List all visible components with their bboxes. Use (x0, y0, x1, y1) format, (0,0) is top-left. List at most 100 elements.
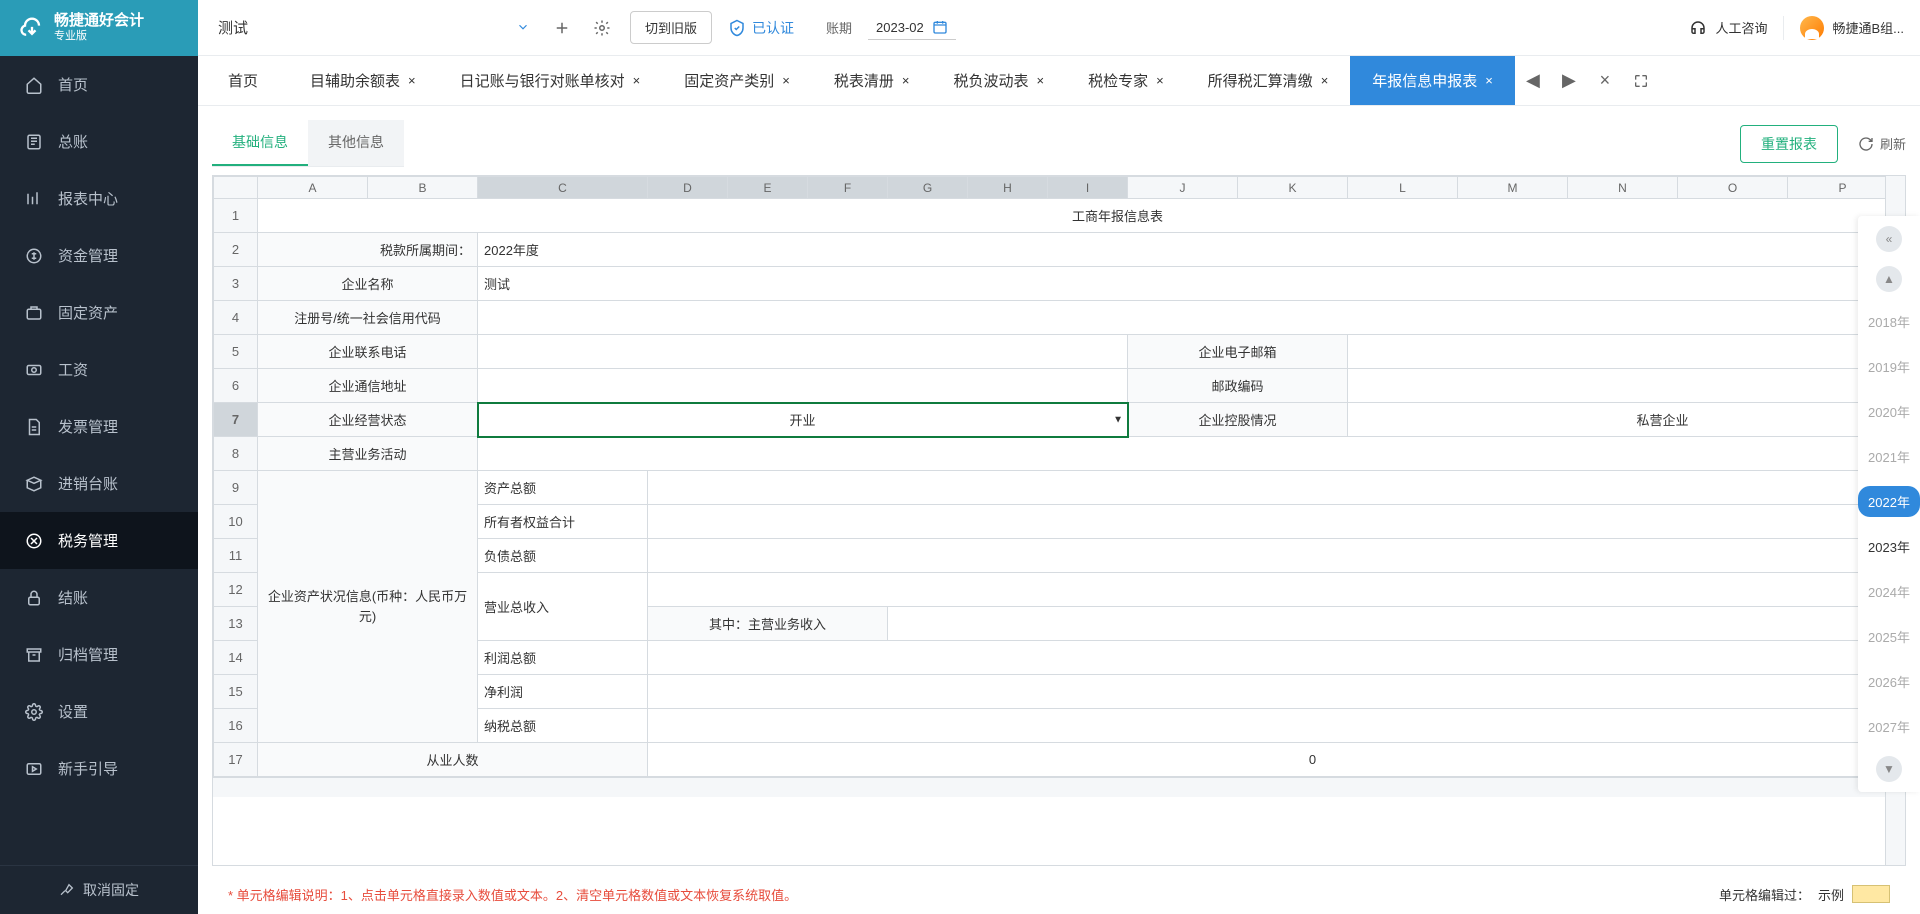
nav-invoice[interactable]: 发票管理 (0, 398, 198, 455)
year-item[interactable]: 2021年 (1858, 441, 1920, 472)
tab-close[interactable]: × (1156, 73, 1164, 88)
row-header[interactable]: 16 (214, 709, 258, 743)
value-cell[interactable] (1348, 369, 1886, 403)
value-cell[interactable] (648, 505, 1886, 539)
value-cell[interactable]: 私营企业 (1348, 403, 1886, 437)
subtab-other[interactable]: 其他信息 (308, 120, 404, 166)
col-header[interactable]: G (888, 177, 968, 199)
row-header[interactable]: 14 (214, 641, 258, 675)
certified-badge[interactable]: 已认证 (728, 18, 794, 38)
col-header[interactable]: D (648, 177, 728, 199)
year-collapse[interactable]: « (1876, 226, 1902, 252)
col-header[interactable]: H (968, 177, 1048, 199)
col-header[interactable]: C (478, 177, 648, 199)
row-header[interactable]: 7 (214, 403, 258, 437)
col-header[interactable]: J (1128, 177, 1238, 199)
row-header[interactable]: 17 (214, 743, 258, 777)
col-header[interactable]: K (1238, 177, 1348, 199)
value-cell[interactable] (648, 539, 1886, 573)
tab-item[interactable]: 所得税汇算清缴× (1186, 56, 1351, 105)
value-cell[interactable] (1348, 335, 1886, 369)
nav-salary[interactable]: 工资 (0, 341, 198, 398)
tab-close[interactable]: × (633, 73, 641, 88)
tab-item[interactable]: 目辅助余额表× (288, 56, 438, 105)
tab-item[interactable]: 税表清册× (812, 56, 932, 105)
col-header[interactable]: N (1568, 177, 1678, 199)
nav-home[interactable]: 首页 (0, 56, 198, 113)
value-cell[interactable] (648, 641, 1886, 675)
sheet-scroll[interactable]: A B C D E F G H I J K L M (213, 176, 1885, 865)
col-header[interactable]: P (1788, 177, 1886, 199)
fullscreen-button[interactable] (1623, 56, 1659, 106)
row-header[interactable]: 5 (214, 335, 258, 369)
year-item[interactable]: 2019年 (1858, 351, 1920, 382)
refresh-button[interactable]: 刷新 (1858, 134, 1906, 153)
year-item[interactable]: 2023年 (1858, 531, 1920, 562)
row-header[interactable]: 4 (214, 301, 258, 335)
tab-item[interactable]: 日记账与银行对账单核对× (438, 56, 663, 105)
year-item[interactable]: 2024年 (1858, 576, 1920, 607)
nav-report[interactable]: 报表中心 (0, 170, 198, 227)
col-header[interactable]: B (368, 177, 478, 199)
nav-asset[interactable]: 固定资产 (0, 284, 198, 341)
nav-tax[interactable]: 税务管理 (0, 512, 198, 569)
tab-item[interactable]: 税检专家× (1066, 56, 1186, 105)
tab-close[interactable]: × (902, 73, 910, 88)
tab-item-active[interactable]: 年报信息申报表× (1350, 56, 1515, 105)
switch-old-button[interactable]: 切到旧版 (630, 11, 712, 44)
row-header[interactable]: 9 (214, 471, 258, 505)
row-header[interactable]: 3 (214, 267, 258, 301)
tab-close[interactable]: × (1485, 73, 1493, 88)
value-cell[interactable] (478, 437, 1886, 471)
tab-close[interactable]: × (1036, 73, 1044, 88)
consult-button[interactable]: 人工咨询 (1689, 18, 1767, 37)
tab-close-all[interactable]: × (1587, 56, 1623, 106)
col-header[interactable]: M (1458, 177, 1568, 199)
row-header[interactable]: 12 (214, 573, 258, 607)
tab-item[interactable]: 税负波动表× (931, 56, 1066, 105)
tab-close[interactable]: × (1321, 73, 1329, 88)
value-cell[interactable]: 测试 (478, 267, 1886, 301)
add-button[interactable] (550, 16, 574, 40)
value-cell[interactable] (648, 573, 1886, 607)
year-item[interactable]: 2026年 (1858, 666, 1920, 697)
horizontal-scrollbar[interactable] (213, 777, 1885, 797)
year-item[interactable]: 2020年 (1858, 396, 1920, 427)
subtab-basic[interactable]: 基础信息 (212, 120, 308, 166)
row-header[interactable]: 10 (214, 505, 258, 539)
nav-settings[interactable]: 设置 (0, 683, 198, 740)
value-cell[interactable] (648, 471, 1886, 505)
col-header[interactable]: E (728, 177, 808, 199)
tab-close[interactable]: × (782, 73, 790, 88)
row-header[interactable]: 8 (214, 437, 258, 471)
col-header[interactable]: L (1348, 177, 1458, 199)
tab-prev[interactable]: ◀ (1515, 56, 1551, 106)
tab-home[interactable]: 首页 (198, 56, 288, 105)
value-cell[interactable] (648, 709, 1886, 743)
tab-item[interactable]: 固定资产类别× (662, 56, 812, 105)
row-header[interactable]: 15 (214, 675, 258, 709)
year-up[interactable]: ▲ (1876, 266, 1902, 292)
nav-fund[interactable]: 资金管理 (0, 227, 198, 284)
value-cell[interactable] (648, 675, 1886, 709)
row-header[interactable]: 2 (214, 233, 258, 267)
tenant-select[interactable]: 测试 (214, 10, 534, 46)
row-header[interactable]: 11 (214, 539, 258, 573)
value-cell[interactable] (478, 301, 1886, 335)
nav-guide[interactable]: 新手引导 (0, 740, 198, 797)
row-header[interactable]: 13 (214, 607, 258, 641)
nav-ledger[interactable]: 总账 (0, 113, 198, 170)
col-header[interactable]: I (1048, 177, 1128, 199)
col-header[interactable]: O (1678, 177, 1788, 199)
user-menu[interactable]: 畅捷通B组... (1783, 16, 1904, 40)
year-item[interactable]: 2018年 (1858, 306, 1920, 337)
tab-close[interactable]: × (408, 73, 416, 88)
tab-next[interactable]: ▶ (1551, 56, 1587, 106)
nav-stock[interactable]: 进销台账 (0, 455, 198, 512)
row-header[interactable]: 6 (214, 369, 258, 403)
unpin-button[interactable]: 取消固定 (0, 865, 198, 914)
year-item[interactable]: 2025年 (1858, 621, 1920, 652)
value-cell[interactable] (888, 607, 1886, 641)
col-header[interactable]: A (258, 177, 368, 199)
year-down[interactable]: ▼ (1876, 756, 1902, 782)
